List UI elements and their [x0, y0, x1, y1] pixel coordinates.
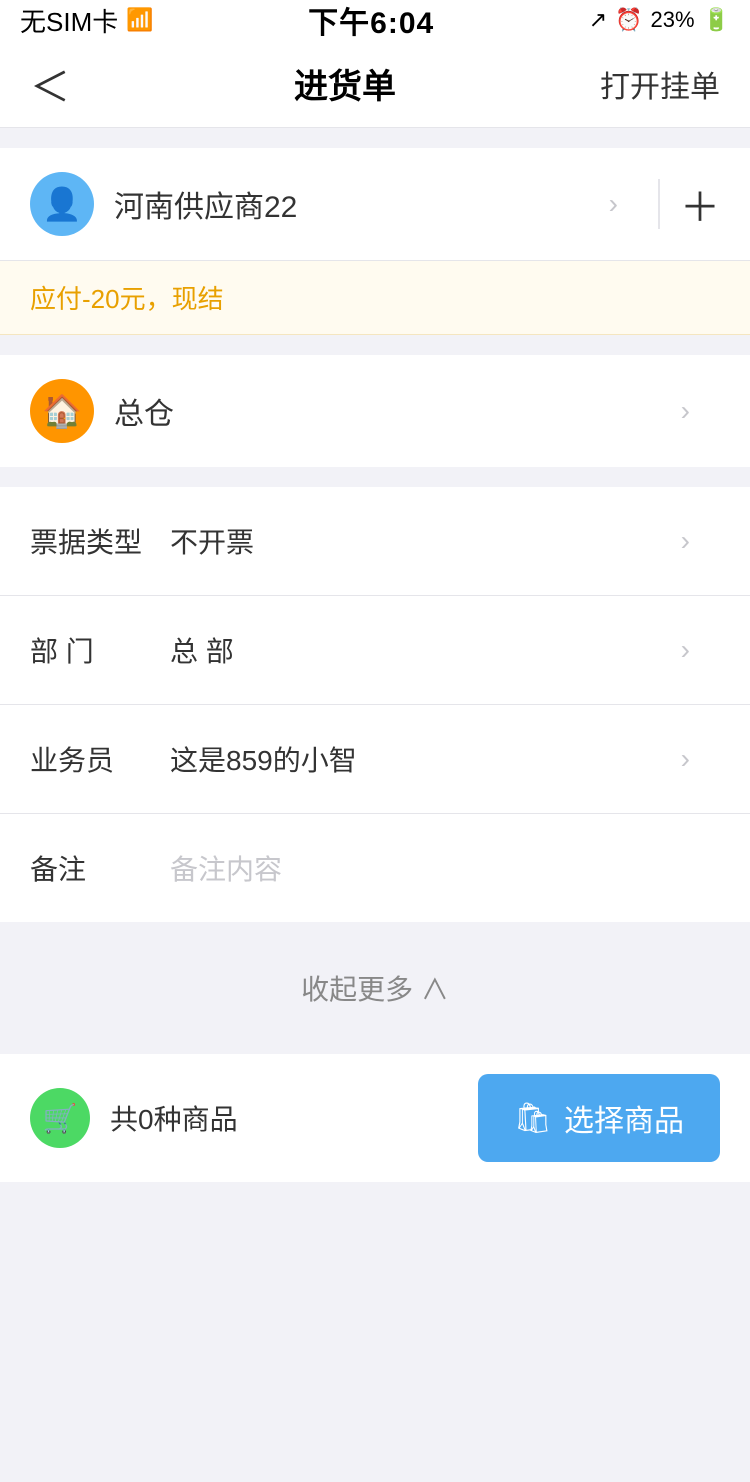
remark-label: 备注 — [30, 848, 150, 888]
location-icon: ↗ — [589, 7, 607, 33]
page-title: 进货单 — [294, 59, 396, 108]
supplier-divider — [658, 179, 660, 229]
select-btn-icon: 🛍 — [514, 1101, 552, 1136]
select-btn-label: 选择商品 — [564, 1096, 684, 1140]
form-section: 票据类型 不开票 › 部 门 总 部 › 业务员 这是859的小智 › 备注 备… — [0, 487, 750, 922]
salesperson-chevron: › — [681, 743, 690, 775]
warehouse-row[interactable]: 🏠 总仓 › — [0, 355, 750, 467]
status-bar: 无SIM卡 📶 下午6:04 ↗ ⏰ 23% 🔋 — [0, 0, 750, 40]
department-value: 总 部 — [170, 630, 681, 670]
invoice-type-chevron: › — [681, 525, 690, 557]
alarm-icon: ⏰ — [615, 7, 642, 33]
warehouse-chevron-icon: › — [681, 395, 690, 427]
supplier-section: 👤 河南供应商22 › ＋ 应付-20元，现结 — [0, 148, 750, 335]
product-icon: 🛒 — [30, 1088, 90, 1148]
back-button[interactable]: ＜ — [30, 55, 90, 113]
salesperson-row[interactable]: 业务员 这是859的小智 › — [0, 705, 750, 814]
supplier-chevron-icon: › — [609, 188, 618, 220]
invoice-type-label: 票据类型 — [30, 521, 150, 561]
invoice-type-value: 不开票 — [170, 521, 681, 561]
warehouse-icon: 🏠 — [30, 379, 94, 443]
spacer-before-bottom — [0, 1034, 750, 1054]
select-product-button[interactable]: 🛍 选择商品 — [478, 1074, 720, 1162]
warehouse-section: 🏠 总仓 › — [0, 355, 750, 467]
carrier-text: 无SIM卡 — [20, 2, 118, 39]
salesperson-label: 业务员 — [30, 739, 150, 779]
remark-value: 备注内容 — [170, 848, 720, 888]
battery-icon: 🔋 — [703, 7, 730, 33]
supplier-avatar: 👤 — [30, 172, 94, 236]
supplier-name: 河南供应商22 — [114, 182, 297, 226]
warehouse-name: 总仓 — [114, 389, 681, 433]
collapse-button[interactable]: 收起更多 ∧ — [0, 942, 750, 1034]
department-row[interactable]: 部 门 总 部 › — [0, 596, 750, 705]
notice-text: 应付-20元，现结 — [30, 284, 224, 314]
battery-text: 23% — [651, 7, 695, 33]
status-bar-right: ↗ ⏰ 23% 🔋 — [589, 7, 730, 33]
status-bar-left: 无SIM卡 📶 — [20, 2, 154, 39]
remark-row[interactable]: 备注 备注内容 — [0, 814, 750, 922]
back-icon: ＜ — [30, 55, 70, 113]
department-label: 部 门 — [30, 630, 150, 670]
invoice-type-row[interactable]: 票据类型 不开票 › — [0, 487, 750, 596]
open-pending-button[interactable]: 打开挂单 — [600, 62, 720, 106]
notice-banner: 应付-20元，现结 — [0, 261, 750, 335]
collapse-label: 收起更多 ∧ — [301, 974, 449, 1005]
top-spacer — [0, 128, 750, 148]
time-display: 下午6:04 — [308, 0, 434, 42]
product-summary: 🛒 共0种商品 — [30, 1088, 458, 1148]
wifi-icon: 📶 — [126, 7, 153, 33]
salesperson-value: 这是859的小智 — [170, 739, 681, 779]
avatar-icon: 👤 — [42, 185, 82, 223]
product-count: 共0种商品 — [110, 1098, 238, 1138]
supplier-left: 👤 河南供应商22 — [30, 172, 609, 236]
add-button[interactable]: ＋ — [680, 175, 720, 233]
nav-bar: ＜ 进货单 打开挂单 — [0, 40, 750, 128]
bottom-bar: 🛒 共0种商品 🛍 选择商品 — [0, 1054, 750, 1182]
department-chevron: › — [681, 634, 690, 666]
gray-space — [0, 1182, 750, 1482]
supplier-row[interactable]: 👤 河南供应商22 › ＋ — [0, 148, 750, 261]
